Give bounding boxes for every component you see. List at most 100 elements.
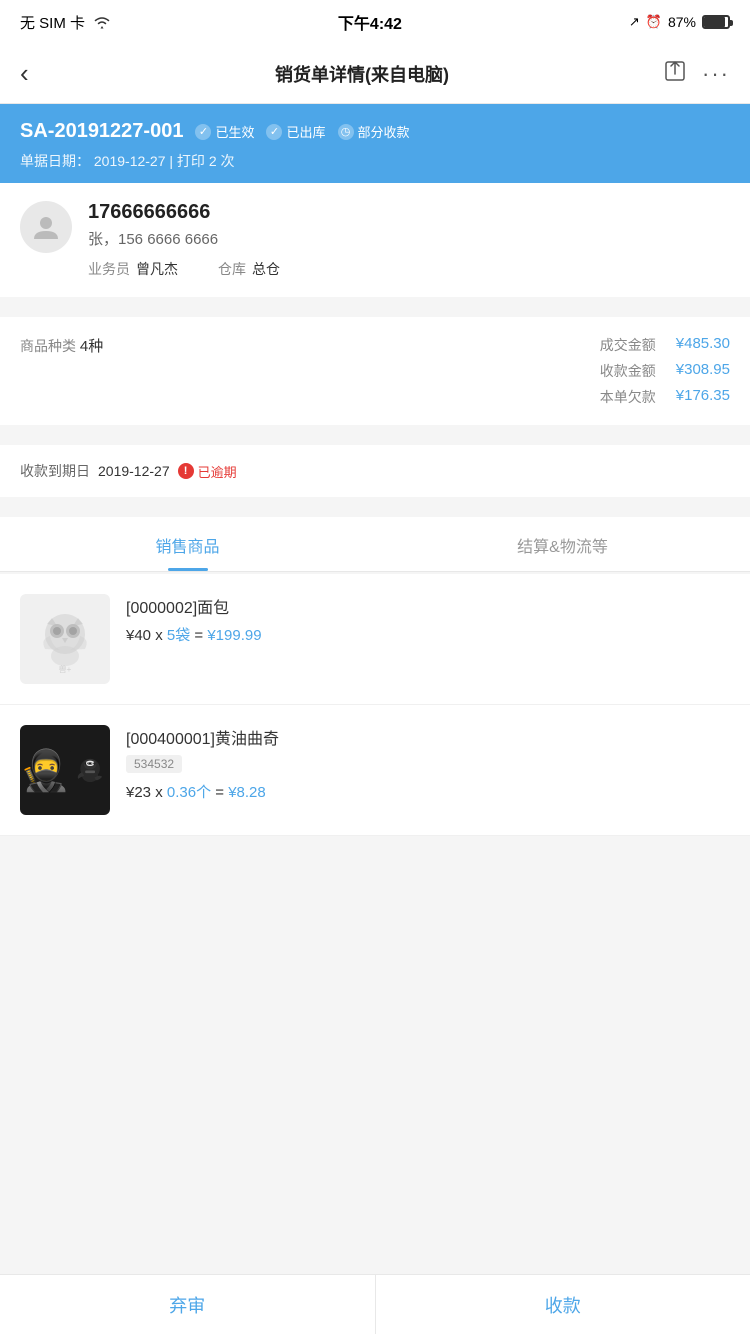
warehouse-value: 总仓 (252, 259, 280, 279)
order-number: SA-20191227-001 (20, 120, 183, 143)
due-amount-value: ¥176.35 (676, 387, 730, 407)
status-time: 下午4:42 (338, 10, 402, 34)
header-banner: SA-20191227-001 ✓ 已生效 ✓ 已出库 ◷ 部分收款 单据日期：… (0, 104, 750, 183)
cookie-total: ¥8.28 (228, 784, 266, 801)
list-item: 兽+ [0000002]面包 ¥40 x 5袋 = ¥199.99 (0, 574, 750, 705)
deal-amount-label: 成交金额 (600, 335, 656, 355)
tabs: 销售商品 结算&物流等 (0, 517, 750, 571)
bread-price: ¥40 (126, 627, 151, 644)
check-icon-1: ✓ (195, 124, 211, 140)
carrier-label: 无 SIM 卡 (20, 12, 85, 33)
product-thumb-cookie (20, 725, 110, 815)
nav-bar: ‹ 销货单详情(来自电脑) ··· (0, 44, 750, 104)
page-title: 销货单详情(来自电脑) (60, 61, 664, 87)
overdue-badge: ! 已逾期 (178, 462, 237, 481)
badge-shipped: ✓ 已出库 (266, 122, 325, 141)
received-amount-row: 收款金额 ¥308.95 (600, 361, 730, 381)
alarm-icon: ⏰ (646, 14, 662, 30)
order-date-row: 单据日期： 2019-12-27 | 打印 2 次 (20, 151, 730, 171)
salesperson-value: 曾凡杰 (136, 259, 178, 279)
svg-text:兽+: 兽+ (59, 664, 72, 674)
check-icon-2: ✓ (266, 124, 282, 140)
customer-section: 17666666666 张，156 6666 6666 业务员 曾凡杰 仓库 总… (0, 183, 750, 297)
battery-fill (704, 17, 725, 27)
customer-meta: 业务员 曾凡杰 仓库 总仓 (88, 259, 730, 279)
customer-contact: 张，156 6666 6666 (88, 228, 730, 249)
location-icon: ↗ (629, 14, 640, 30)
warehouse-label: 仓库 (218, 259, 246, 279)
salesperson-item: 业务员 曾凡杰 (88, 259, 178, 279)
customer-info: 17666666666 张，156 6666 6666 业务员 曾凡杰 仓库 总… (88, 201, 730, 279)
more-icon[interactable]: ··· (702, 61, 730, 87)
status-left: 无 SIM 卡 (20, 12, 111, 33)
product-types-label: 商品种类 4种 (20, 335, 103, 356)
product-price-cookie: ¥23 x 0.36个 = ¥8.28 (126, 781, 730, 802)
tab-sales-label: 销售商品 (155, 539, 219, 556)
product-name-bread: [0000002]面包 (126, 594, 730, 618)
due-amount-row: 本单欠款 ¥176.35 (600, 387, 730, 407)
received-amount-value: ¥308.95 (676, 361, 730, 381)
warehouse-item: 仓库 总仓 (218, 259, 280, 279)
product-list: 兽+ [0000002]面包 ¥40 x 5袋 = ¥199.99 (0, 574, 750, 836)
tab-sales-products[interactable]: 销售商品 (0, 517, 375, 571)
due-date-section: 收款到期日 2019-12-27 ! 已逾期 (0, 445, 750, 497)
share-icon[interactable] (664, 60, 686, 88)
product-details-bread: [0000002]面包 ¥40 x 5袋 = ¥199.99 (126, 594, 730, 645)
payment-button[interactable]: 收款 (376, 1275, 750, 1334)
battery-percent: 87% (668, 14, 696, 30)
badge-effective: ✓ 已生效 (195, 122, 254, 141)
order-row: SA-20191227-001 ✓ 已生效 ✓ 已出库 ◷ 部分收款 (20, 120, 730, 143)
list-item: [000400001]黄油曲奇 534532 ¥23 x 0.36个 = ¥8.… (0, 705, 750, 836)
divider-2 (0, 425, 750, 435)
divider-1 (0, 297, 750, 307)
amounts-section: 商品种类 4种 成交金额 ¥485.30 收款金额 ¥308.95 本单欠款 ¥… (0, 317, 750, 425)
due-date-label: 收款到期日 (20, 461, 90, 481)
customer-avatar (20, 201, 72, 253)
order-date: 2019-12-27 (94, 153, 166, 169)
status-right: ↗ ⏰ 87% (629, 14, 730, 30)
product-types-count: 4种 (80, 338, 103, 355)
owl-icon: 兽+ (30, 604, 100, 674)
clock-icon: ◷ (338, 124, 354, 140)
status-bar: 无 SIM 卡 下午4:42 ↗ ⏰ 87% (0, 0, 750, 44)
tabs-container: 销售商品 结算&物流等 (0, 517, 750, 572)
customer-phone-name: 17666666666 (88, 201, 730, 224)
cancel-audit-label: 弃审 (169, 1292, 205, 1318)
overdue-icon: ! (178, 463, 194, 479)
bottom-spacer (0, 836, 750, 906)
battery-icon (702, 15, 730, 29)
amounts-right: 成交金额 ¥485.30 收款金额 ¥308.95 本单欠款 ¥176.35 (600, 335, 730, 407)
cookie-price: ¥23 (126, 784, 151, 801)
due-amount-label: 本单欠款 (600, 387, 656, 407)
received-amount-label: 收款金额 (600, 361, 656, 381)
deal-amount-row: 成交金额 ¥485.30 (600, 335, 730, 355)
badge-partial: ◷ 部分收款 (338, 122, 410, 141)
tab-settlement[interactable]: 结算&物流等 (375, 517, 750, 571)
payment-label: 收款 (545, 1292, 581, 1318)
cookie-qty: 0.36个 (167, 784, 211, 801)
back-icon: ‹ (20, 58, 29, 88)
back-button[interactable]: ‹ (20, 58, 60, 89)
date-label: 单据日期： (20, 153, 90, 169)
deal-amount-value: ¥485.30 (676, 335, 730, 355)
nav-actions: ··· (664, 60, 730, 88)
product-thumb-bread: 兽+ (20, 594, 110, 684)
wifi-icon (93, 15, 111, 29)
product-types-block: 商品种类 4种 (20, 335, 103, 356)
person-icon (30, 211, 62, 243)
product-details-cookie: [000400001]黄油曲奇 534532 ¥23 x 0.36个 = ¥8.… (126, 725, 730, 802)
salesperson-label: 业务员 (88, 259, 130, 279)
overdue-text: 已逾期 (198, 462, 237, 481)
due-date-value: 2019-12-27 (98, 463, 170, 479)
cookie-product-image (70, 725, 110, 815)
product-price-bread: ¥40 x 5袋 = ¥199.99 (126, 624, 730, 645)
bread-total: ¥199.99 (207, 627, 261, 644)
bread-qty: 5袋 (167, 627, 190, 644)
tab-settlement-label: 结算&物流等 (517, 539, 608, 556)
bottom-bar: 弃审 收款 (0, 1274, 750, 1334)
product-name-cookie: [000400001]黄油曲奇 (126, 725, 730, 749)
product-sku-cookie: 534532 (126, 755, 182, 773)
cancel-audit-button[interactable]: 弃审 (0, 1275, 376, 1334)
print-info: | 打印 2 次 (169, 153, 234, 169)
divider-3 (0, 497, 750, 507)
